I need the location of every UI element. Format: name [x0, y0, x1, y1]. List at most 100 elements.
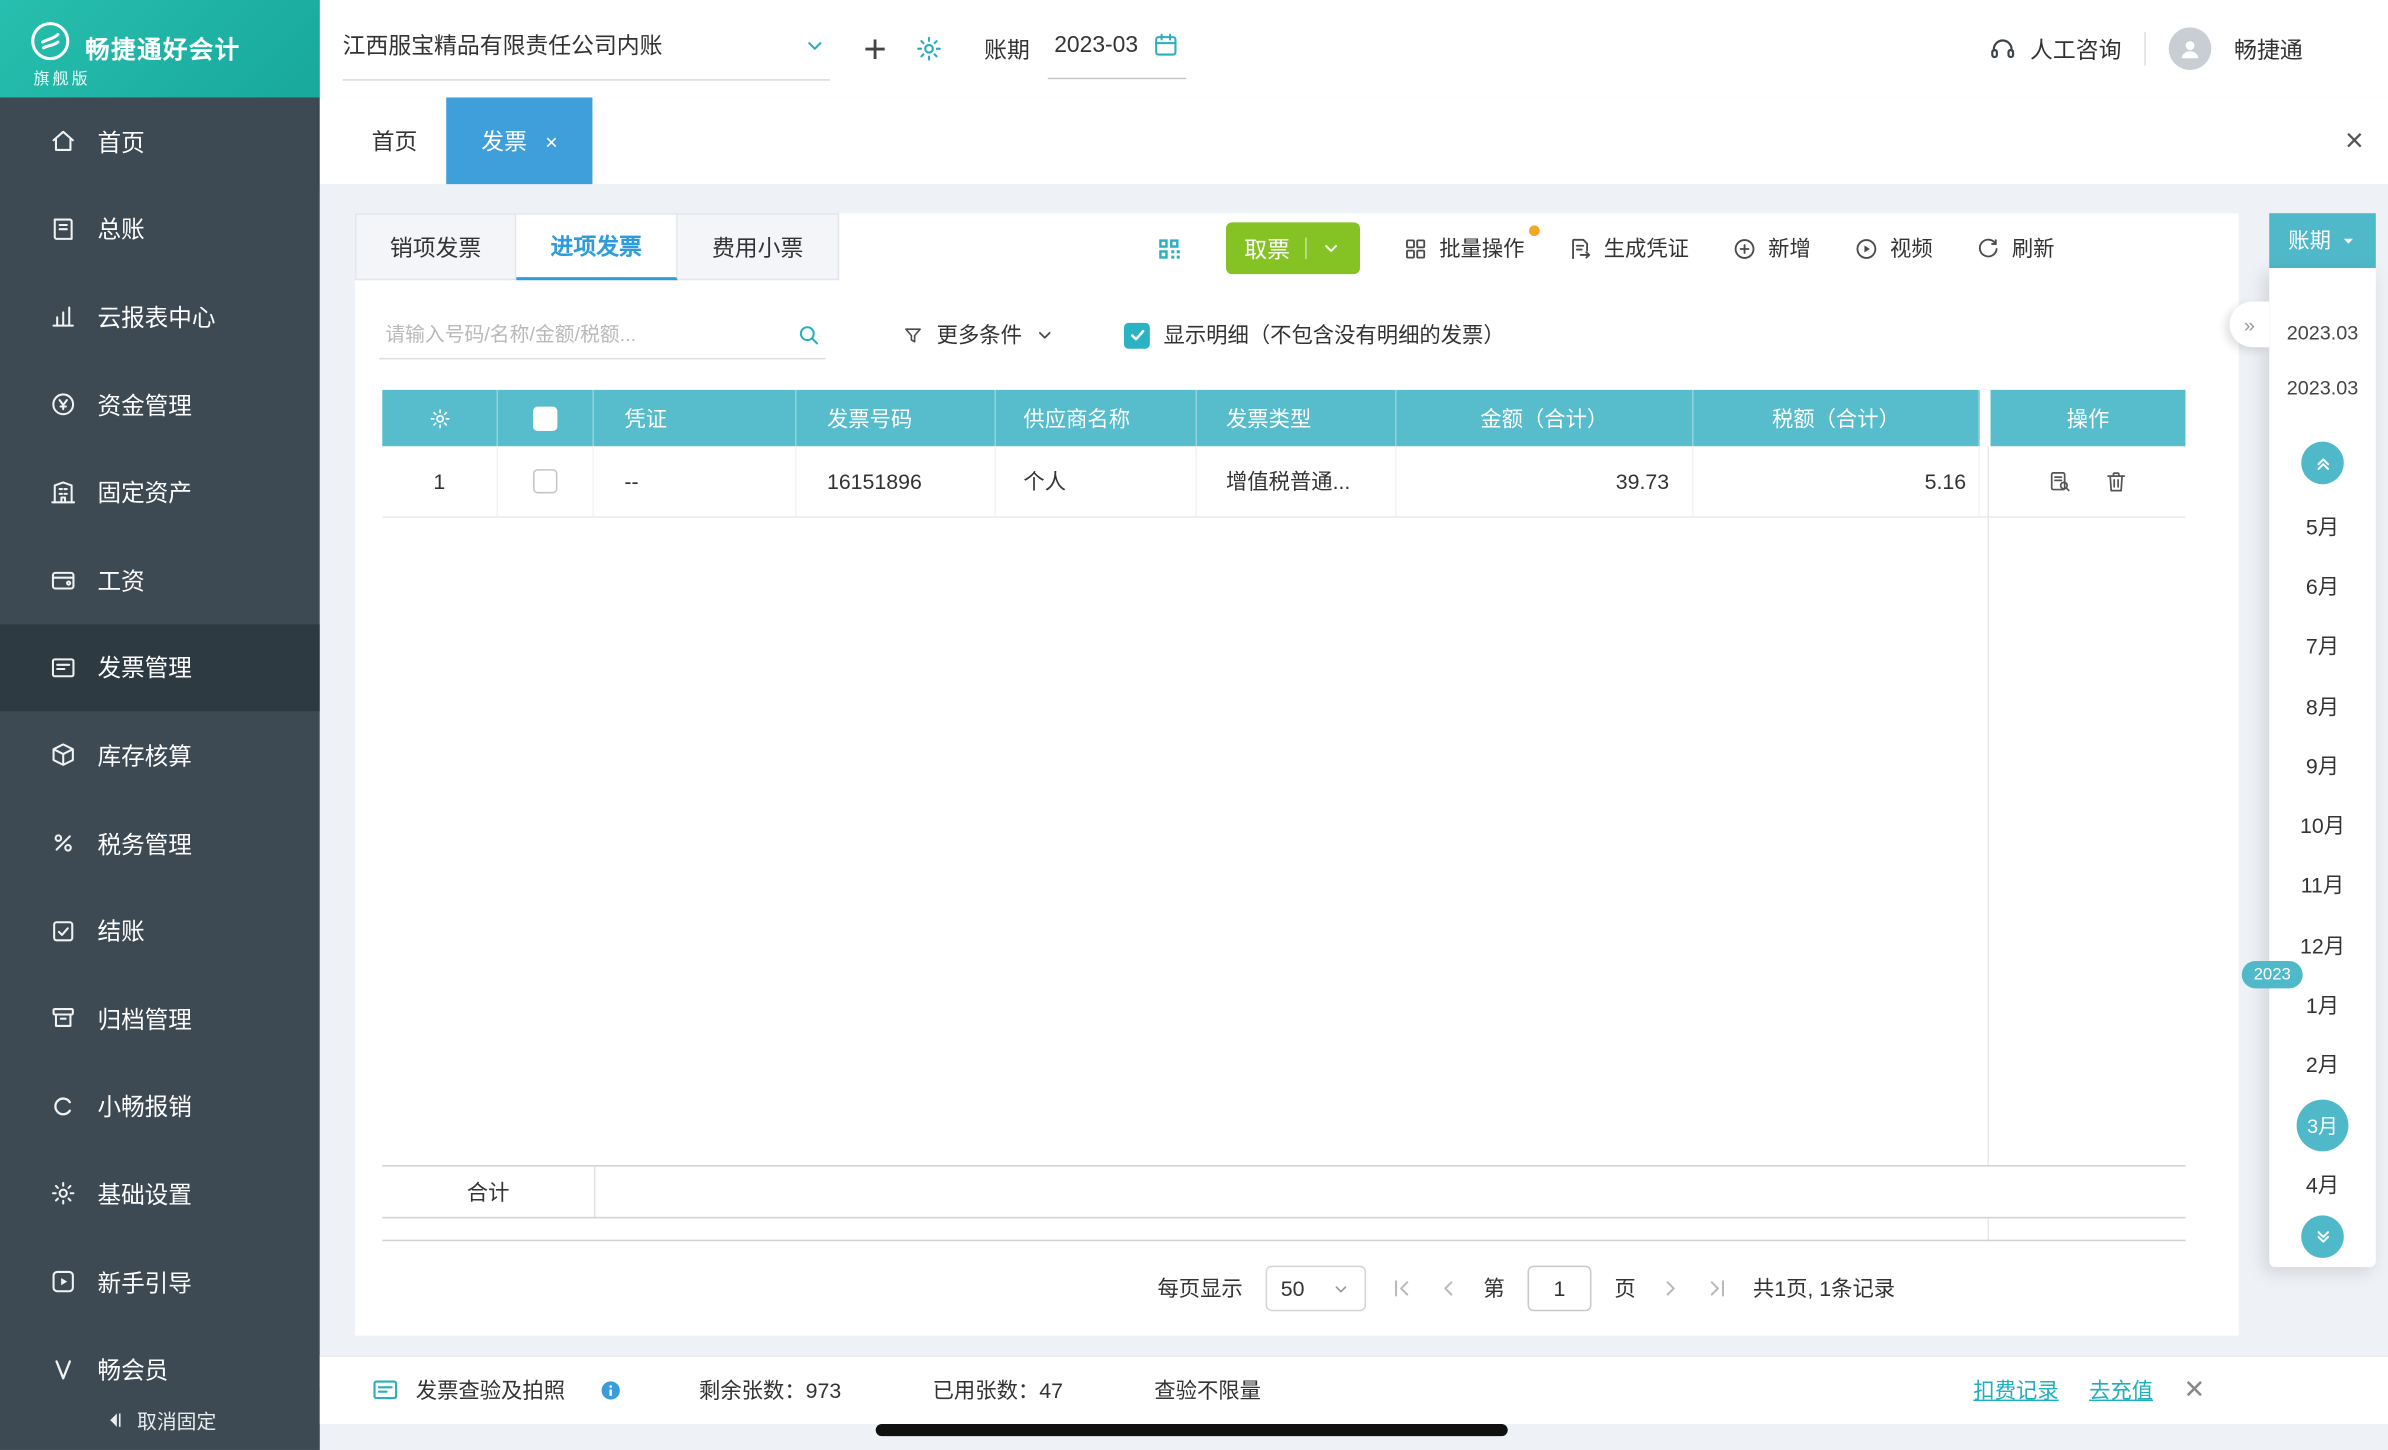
- show-detail-checkbox-row[interactable]: 显示明细（不包含没有明细的发票）: [1123, 320, 1505, 350]
- actions-column-divider: [1987, 446, 1989, 1242]
- month-item[interactable]: 4月: [2269, 1155, 2376, 1215]
- month-item[interactable]: 10月: [2269, 796, 2376, 856]
- subtab-sales-invoice[interactable]: 销项发票: [354, 213, 517, 281]
- month-item[interactable]: 7月: [2269, 616, 2376, 676]
- home-indicator-bar[interactable]: [875, 1423, 1508, 1437]
- sidebar-item-home[interactable]: 首页: [0, 97, 320, 185]
- sidebar-item-general-ledger[interactable]: 总账: [0, 185, 320, 273]
- tab-close-icon[interactable]: ×: [545, 130, 557, 151]
- period-panel-button[interactable]: 账期: [2269, 213, 2376, 269]
- month-item[interactable]: 2月: [2269, 1035, 2376, 1095]
- subtab-purchase-invoice[interactable]: 进项发票: [516, 213, 678, 281]
- period-entry[interactable]: 2023.03: [2269, 359, 2376, 414]
- add-new-button[interactable]: 新增: [1732, 233, 1811, 263]
- fee-record-link[interactable]: 扣费记录: [1973, 1375, 2058, 1405]
- funds-icon: [49, 390, 78, 419]
- brand-logo[interactable]: 畅捷通好会计 旗舰版: [0, 0, 320, 98]
- header-actions: 操作: [2066, 405, 2110, 431]
- table-row[interactable]: 1 -- 16151896 个人 增值税普通... 39.73 5.16: [382, 446, 2186, 518]
- prev-page-icon[interactable]: [1436, 1276, 1460, 1300]
- header-supplier[interactable]: 供应商名称: [996, 389, 1198, 447]
- chevron-down-icon[interactable]: [1305, 237, 1342, 259]
- sidebar-item-funds[interactable]: 资金管理: [0, 361, 320, 449]
- percent-icon: [49, 829, 78, 858]
- column-settings-gear-icon[interactable]: [382, 389, 499, 447]
- batch-operation-button[interactable]: 批量操作: [1403, 225, 1540, 263]
- account-settings-gear-icon[interactable]: [914, 34, 944, 64]
- cell-amount: 39.73: [1396, 446, 1694, 518]
- sidebar-item-closing[interactable]: 结账: [0, 887, 320, 975]
- fetch-invoice-button[interactable]: 取票: [1225, 222, 1361, 275]
- period-date-picker[interactable]: 2023-03: [1048, 18, 1187, 80]
- month-item[interactable]: 9月: [2269, 736, 2376, 796]
- video-button[interactable]: 视频: [1853, 233, 1933, 263]
- more-conditions-button[interactable]: 更多条件: [902, 320, 1057, 350]
- tab-home[interactable]: 首页: [343, 97, 447, 184]
- close-page-icon[interactable]: ×: [2345, 123, 2364, 160]
- header-tax-total[interactable]: 税额（合计）: [1694, 389, 1980, 447]
- footer-close-icon[interactable]: ✕: [2184, 1375, 2206, 1405]
- row-checkbox[interactable]: [498, 446, 594, 518]
- month-list: 5月 6月 7月 8月 9月 10月 11月 12月 1月 2月 3月 4月: [2269, 496, 2376, 1214]
- show-detail-checkbox[interactable]: [1123, 322, 1150, 348]
- remaining-count: 剩余张数：973: [699, 1378, 842, 1403]
- search-input[interactable]: [382, 321, 783, 348]
- delete-trash-icon[interactable]: [2103, 468, 2129, 494]
- tab-invoice[interactable]: 发票 ×: [446, 97, 593, 185]
- header-voucher[interactable]: 凭证: [594, 389, 797, 447]
- sidebar-item-tax[interactable]: 税务管理: [0, 799, 320, 887]
- month-item[interactable]: 8月: [2269, 676, 2376, 736]
- support-button[interactable]: 人工咨询: [1987, 33, 2121, 65]
- header-amount-total[interactable]: 金额（合计）: [1397, 389, 1694, 447]
- page-number-input[interactable]: [1527, 1265, 1592, 1312]
- sidebar-item-invoice-management[interactable]: 发票管理: [0, 623, 320, 712]
- first-page-icon[interactable]: [1389, 1276, 1413, 1300]
- video-label: 视频: [1890, 236, 1933, 261]
- next-page-icon[interactable]: [1659, 1276, 1683, 1300]
- month-item-selected[interactable]: 3月: [2269, 1095, 2376, 1155]
- sidebar-item-payroll[interactable]: 工资: [0, 536, 320, 624]
- sidebar-item-guide[interactable]: 新手引导: [0, 1238, 320, 1326]
- report-chart-icon: [49, 302, 78, 331]
- sidebar-item-label: 总账: [97, 218, 145, 245]
- recharge-link[interactable]: 去充值: [2089, 1375, 2153, 1405]
- sidebar-item-inventory[interactable]: 库存核算: [0, 711, 320, 799]
- month-item[interactable]: 6月: [2269, 556, 2376, 616]
- header-invoice-number[interactable]: 发票号码: [797, 389, 997, 447]
- unpin-sidebar-button[interactable]: 取消固定: [0, 1388, 320, 1450]
- top-header: 江西服宝精品有限责任公司内账 + 账期 2023-03 人工咨询 畅捷通: [319, 0, 2388, 98]
- sidebar-item-cloud-reports[interactable]: 云报表中心: [0, 273, 320, 361]
- scroll-up-button[interactable]: [2301, 441, 2344, 485]
- refresh-button[interactable]: 刷新: [1975, 233, 2054, 263]
- per-page-select[interactable]: 50: [1265, 1265, 1367, 1312]
- month-item[interactable]: 5月: [2269, 496, 2376, 556]
- view-detail-icon[interactable]: [2047, 468, 2073, 494]
- search-icon[interactable]: [795, 321, 822, 348]
- subtab-label: 进项发票: [550, 234, 642, 261]
- add-account-button[interactable]: +: [864, 29, 887, 69]
- sidebar-item-label: 小畅报销: [97, 1095, 192, 1122]
- avatar[interactable]: [2168, 27, 2212, 71]
- sidebar-item-reimburse[interactable]: 小畅报销: [0, 1062, 320, 1150]
- play-square-icon: [49, 1267, 78, 1296]
- month-item[interactable]: 11月: [2269, 856, 2376, 916]
- sidebar-item-archive[interactable]: 归档管理: [0, 975, 320, 1063]
- qr-scan-icon[interactable]: [1154, 234, 1183, 263]
- company-selector[interactable]: 江西服宝精品有限责任公司内账: [342, 17, 831, 81]
- scroll-down-button[interactable]: [2301, 1215, 2344, 1258]
- username[interactable]: 畅捷通: [2234, 33, 2303, 65]
- info-icon[interactable]: [599, 1378, 623, 1402]
- collapse-panel-handle[interactable]: »: [2229, 301, 2270, 348]
- sidebar-item-label: 固定资产: [97, 481, 192, 508]
- last-page-icon[interactable]: [1706, 1276, 1730, 1300]
- sidebar-item-fixed-assets[interactable]: 固定资产: [0, 448, 320, 536]
- header-invoice-type[interactable]: 发票类型: [1197, 389, 1397, 447]
- subtab-expense-receipt[interactable]: 费用小票: [677, 213, 840, 281]
- sidebar-item-settings[interactable]: 基础设置: [0, 1150, 320, 1238]
- header-divider: [2144, 31, 2146, 66]
- period-entry[interactable]: 2023.03: [2269, 305, 2376, 360]
- invoice-check-label[interactable]: 发票查验及拍照: [416, 1375, 565, 1405]
- cell-invoice-type: 增值税普通...: [1197, 446, 1397, 518]
- select-all-checkbox[interactable]: [498, 389, 594, 447]
- generate-voucher-button[interactable]: 生成凭证: [1567, 233, 1689, 263]
